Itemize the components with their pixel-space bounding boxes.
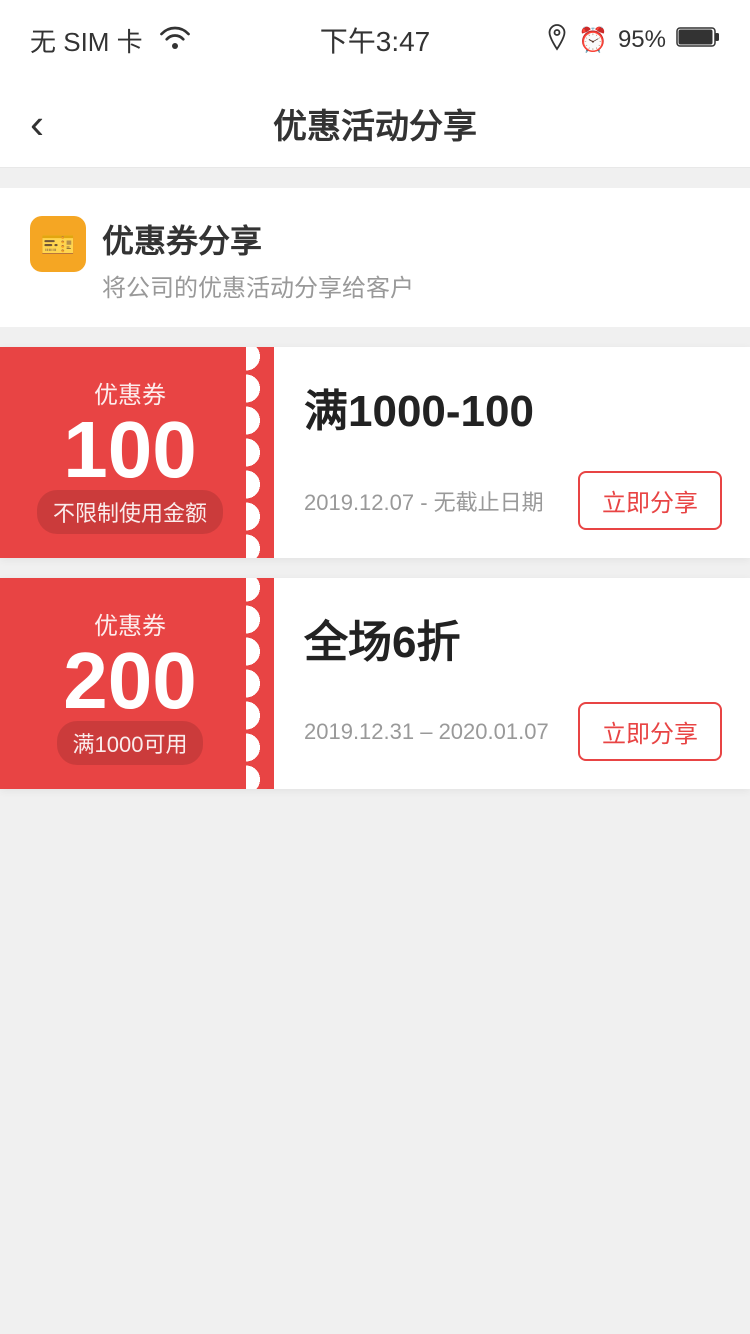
coupon-name: 满1000-100 [304, 375, 722, 439]
section-subtitle: 将公司的优惠活动分享给客户 [102, 268, 414, 303]
coupon-date: 2019.12.31 – 2020.01.07 [304, 719, 549, 745]
carrier-text: 无 SIM 卡 [30, 22, 143, 59]
coupon-date: 2019.12.07 - 无截止日期 [304, 485, 544, 517]
share-button[interactable]: 立即分享 [578, 471, 722, 530]
coupon-right: 全场6折 2019.12.31 – 2020.01.07 立即分享 [260, 578, 750, 789]
empty-area [0, 809, 750, 1309]
status-time: 下午3:47 [320, 20, 431, 60]
share-button[interactable]: 立即分享 [578, 702, 722, 761]
coupon-bottom: 2019.12.31 – 2020.01.07 立即分享 [304, 702, 722, 761]
coupon-card: 优惠券 200 满1000可用 全场6折 2019.12.31 – 2020.0… [0, 578, 750, 789]
coupon-bottom: 2019.12.07 - 无截止日期 立即分享 [304, 471, 722, 530]
battery-icon [676, 26, 720, 55]
coupon-amount: 200 [63, 641, 196, 721]
coupon-condition: 不限制使用金额 [37, 490, 223, 534]
nav-bar: ‹ 优惠活动分享 [0, 80, 750, 168]
coupon-amount: 100 [63, 410, 196, 490]
status-right: ⏰ 95% [546, 23, 720, 58]
section-header: 🎫 优惠券分享 将公司的优惠活动分享给客户 [0, 188, 750, 327]
coupon-left: 优惠券 100 不限制使用金额 [0, 347, 260, 558]
battery-text: 95% [618, 26, 666, 54]
coupon-condition: 满1000可用 [57, 721, 204, 765]
coupon-list: 优惠券 100 不限制使用金额 满1000-100 2019.12.07 - 无… [0, 347, 750, 809]
section-title: 优惠券分享 [102, 216, 414, 262]
back-icon: ‹ [30, 103, 44, 145]
back-button[interactable]: ‹ [30, 103, 44, 145]
page-title: 优惠活动分享 [273, 99, 477, 148]
coupon-left: 优惠券 200 满1000可用 [0, 578, 260, 789]
section-icon: 🎫 [30, 216, 86, 272]
wifi-icon [157, 25, 193, 56]
coupon-card: 优惠券 100 不限制使用金额 满1000-100 2019.12.07 - 无… [0, 347, 750, 558]
alarm-icon: ⏰ [578, 26, 608, 55]
location-icon [546, 23, 568, 58]
status-left: 无 SIM 卡 [30, 22, 193, 59]
coupon-right: 满1000-100 2019.12.07 - 无截止日期 立即分享 [260, 347, 750, 558]
coupon-name: 全场6折 [304, 606, 722, 670]
section-text-group: 优惠券分享 将公司的优惠活动分享给客户 [102, 216, 414, 303]
status-bar: 无 SIM 卡 下午3:47 ⏰ 95% [0, 0, 750, 80]
